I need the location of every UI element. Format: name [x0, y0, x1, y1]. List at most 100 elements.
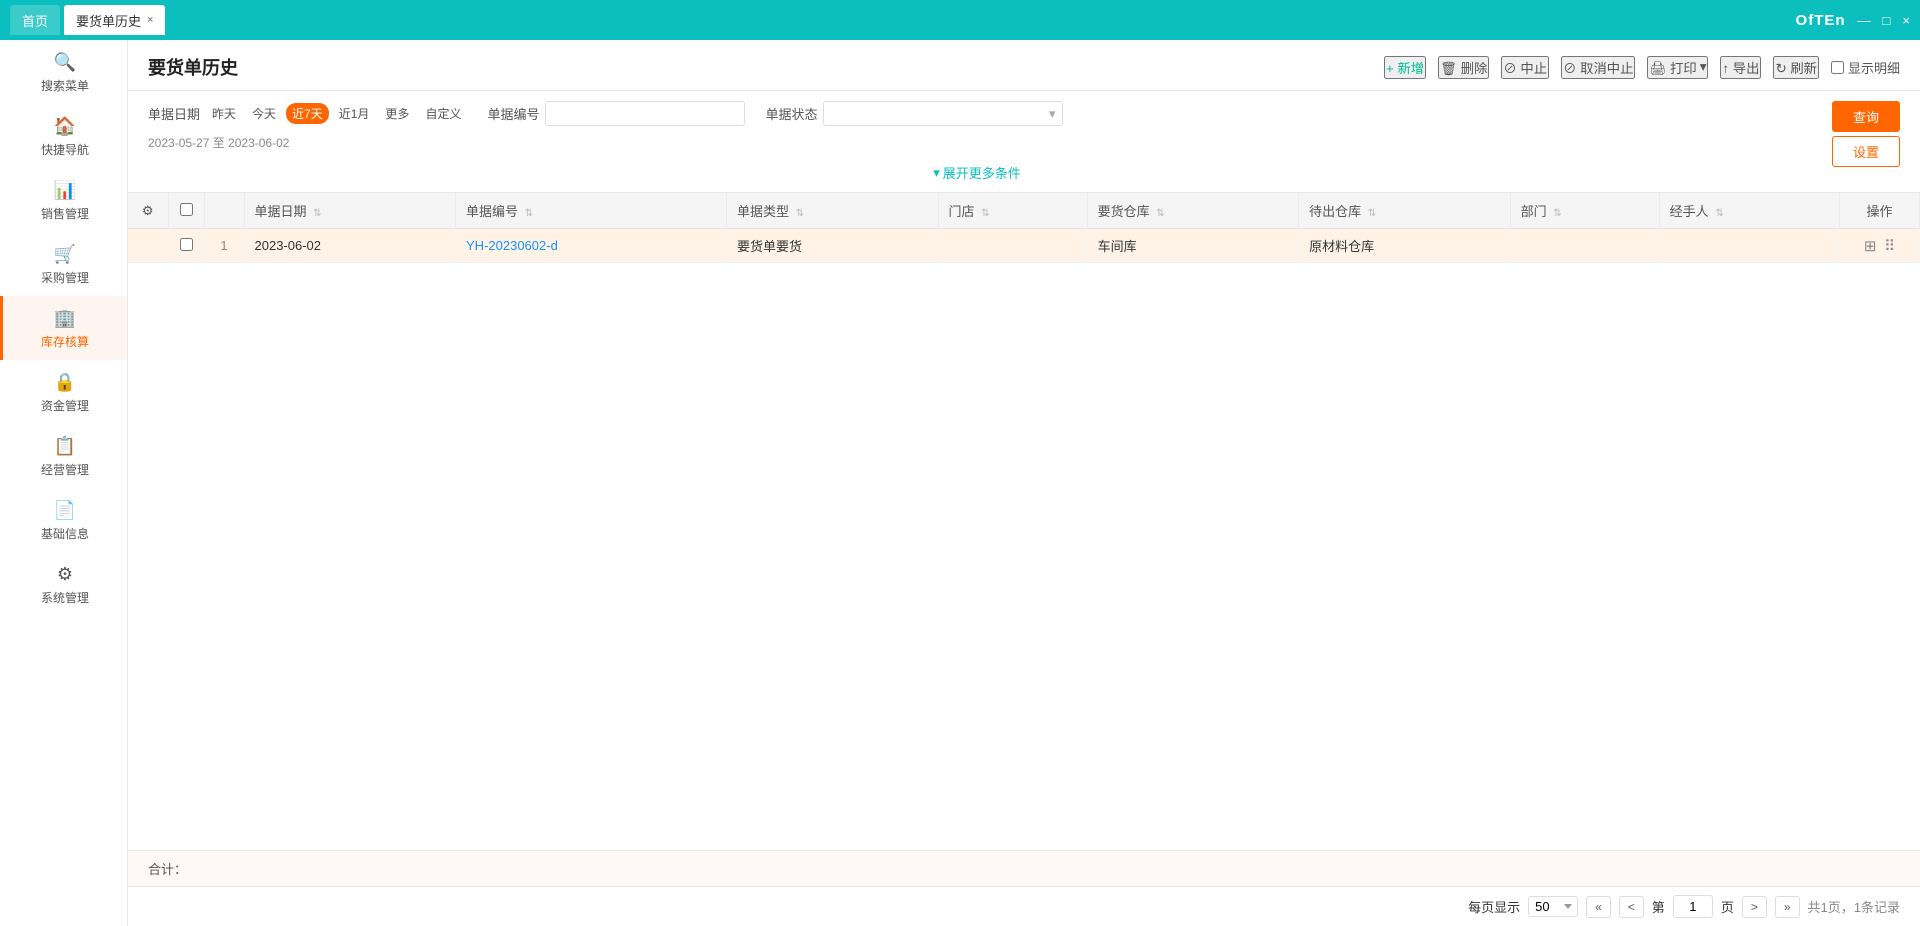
sidebar-item-label: 基础信息: [41, 525, 89, 542]
print-dropdown-icon[interactable]: ▾: [1700, 59, 1707, 75]
sidebar-item-inventory[interactable]: 🏢 库存核算: [0, 296, 127, 360]
sales-icon: 📊: [54, 180, 76, 201]
row-checkbox[interactable]: [180, 238, 193, 251]
th-doc-date[interactable]: 单据日期 ⇅: [244, 193, 456, 229]
page-input[interactable]: [1673, 895, 1713, 918]
sidebar-item-operation[interactable]: 📋 经营管理: [0, 424, 127, 488]
th-department[interactable]: 部门 ⇅: [1510, 193, 1659, 229]
brand-label: OfTEn: [1796, 12, 1846, 29]
prev-page-btn[interactable]: <: [1619, 896, 1644, 918]
shortcut-today[interactable]: 今天: [246, 103, 282, 124]
doc-number-link[interactable]: YH-20230602-d: [466, 238, 558, 253]
th-settings[interactable]: ⚙: [128, 193, 168, 229]
shortcut-yesterday[interactable]: 昨天: [206, 103, 242, 124]
display-toggle-label: 显示明细: [1848, 58, 1900, 77]
date-range: 2023-05-27 至 2023-06-02: [148, 134, 1806, 151]
total-info: 共1页，1条记录: [1808, 897, 1900, 916]
per-page-select[interactable]: 50 10 20 100: [1528, 896, 1578, 917]
table-header-row: ⚙ 单据日期 ⇅ 单据编号 ⇅: [128, 193, 1920, 229]
th-handler-label: 经手人: [1670, 204, 1709, 219]
th-doc-number[interactable]: 单据编号 ⇅: [456, 193, 727, 229]
filter-col-left: 单据日期 昨天 今天 近7天 近1月 更多 自定义: [148, 101, 1806, 182]
th-handler[interactable]: 经手人 ⇅: [1659, 193, 1839, 229]
window-minimize-btn[interactable]: —: [1858, 13, 1871, 28]
sidebar-item-label: 采购管理: [41, 269, 89, 286]
sidebar: 🔍 搜索菜单 🏠 快捷导航 📊 销售管理 🛒 采购管理 🏢 库存核算 🔒 资金管…: [0, 40, 128, 926]
refresh-button[interactable]: ↻ 刷新: [1773, 56, 1819, 79]
expand-more-label: 展开更多条件: [943, 163, 1021, 182]
row-edit-icon[interactable]: ⠿: [1884, 238, 1895, 255]
settings-button[interactable]: 设置: [1832, 136, 1900, 167]
sort-icon-doctype[interactable]: ⇅: [796, 208, 804, 219]
filter-group-date: 单据日期 昨天 今天 近7天 近1月 更多 自定义: [148, 103, 467, 124]
tab-home[interactable]: 首页: [10, 5, 60, 35]
th-doc-type[interactable]: 单据类型 ⇅: [727, 193, 939, 229]
sidebar-item-quick-nav[interactable]: 🏠 快捷导航: [0, 104, 127, 168]
page-label: 第: [1652, 897, 1665, 916]
display-toggle-checkbox[interactable]: [1831, 61, 1844, 74]
window-close-btn[interactable]: ×: [1902, 13, 1910, 28]
status-label: 单据状态: [765, 104, 817, 123]
sidebar-item-basic[interactable]: 📄 基础信息: [0, 488, 127, 552]
content-area: 要货单历史 + 新增 🗑 删除 ⊘ 中止 ⊘ 取消中止 🖨 打印 ▾: [128, 40, 1920, 926]
operation-icon: 📋: [54, 436, 76, 457]
th-store[interactable]: 门店 ⇅: [938, 193, 1087, 229]
tab-current[interactable]: 要货单历史 ×: [64, 5, 165, 35]
sort-icon-docdate[interactable]: ⇅: [313, 208, 321, 219]
tab-close-icon[interactable]: ×: [147, 14, 153, 26]
date-shortcuts: 昨天 今天 近7天 近1月 更多 自定义: [206, 103, 467, 124]
filter-group-status: 单据状态 ▾: [765, 101, 1063, 126]
shortcut-7days[interactable]: 近7天: [286, 103, 329, 124]
sidebar-item-finance[interactable]: 🔒 资金管理: [0, 360, 127, 424]
shortcut-more[interactable]: 更多: [379, 103, 415, 124]
select-all-checkbox[interactable]: [180, 203, 193, 216]
sort-icon-store[interactable]: ⇅: [981, 208, 989, 219]
display-toggle[interactable]: 显示明细: [1831, 58, 1900, 77]
row-view-icon[interactable]: ⊞: [1864, 238, 1877, 255]
th-doc-number-label: 单据编号: [466, 204, 518, 219]
add-button[interactable]: + 新增: [1384, 56, 1426, 79]
expand-more-icon: ▾: [933, 165, 940, 181]
sidebar-item-sales[interactable]: 📊 销售管理: [0, 168, 127, 232]
td-ops: ⊞ ⠿: [1840, 229, 1920, 263]
first-page-btn[interactable]: «: [1586, 896, 1611, 918]
td-doc-date: 2023-06-02: [244, 229, 456, 263]
th-doc-date-label: 单据日期: [255, 204, 307, 219]
last-page-btn[interactable]: »: [1775, 896, 1800, 918]
docnum-input[interactable]: [545, 101, 745, 126]
th-pending-warehouse[interactable]: 待出仓库 ⇅: [1299, 193, 1511, 229]
sort-icon-handler[interactable]: ⇅: [1715, 208, 1723, 219]
filter-area: 单据日期 昨天 今天 近7天 近1月 更多 自定义: [128, 91, 1920, 193]
td-doc-type: 要货单要货: [727, 229, 939, 263]
delete-button[interactable]: 🗑 删除: [1438, 56, 1489, 79]
th-department-label: 部门: [1521, 204, 1547, 219]
query-button[interactable]: 查询: [1832, 101, 1900, 132]
sidebar-item-label: 快捷导航: [41, 141, 89, 158]
sort-icon-reqwh[interactable]: ⇅: [1156, 208, 1164, 219]
stop-button[interactable]: ⊘ 中止: [1501, 56, 1549, 79]
next-page-btn[interactable]: >: [1742, 896, 1767, 918]
main-layout: 🔍 搜索菜单 🏠 快捷导航 📊 销售管理 🛒 采购管理 🏢 库存核算 🔒 资金管…: [0, 40, 1920, 926]
th-checkbox: [168, 193, 204, 229]
sidebar-item-system[interactable]: ⚙ 系统管理: [0, 552, 127, 616]
shortcut-custom[interactable]: 自定义: [419, 103, 467, 124]
page-title: 要货单历史: [148, 54, 238, 80]
status-input[interactable]: [823, 101, 1063, 126]
export-button[interactable]: ↑ 导出: [1720, 56, 1761, 79]
th-req-warehouse[interactable]: 要货仓库 ⇅: [1087, 193, 1299, 229]
sort-icon-dept[interactable]: ⇅: [1553, 208, 1561, 219]
sidebar-item-search-menu[interactable]: 🔍 搜索菜单: [0, 40, 127, 104]
print-button[interactable]: 🖨 打印 ▾: [1647, 56, 1708, 79]
td-pending-warehouse: 原材料仓库: [1299, 229, 1511, 263]
tab-current-label: 要货单历史: [76, 11, 141, 30]
shortcut-1month[interactable]: 近1月: [333, 103, 376, 124]
page-suffix: 页: [1721, 897, 1734, 916]
expand-more-btn[interactable]: ▾ 展开更多条件: [148, 163, 1806, 182]
cancel-stop-button[interactable]: ⊘ 取消中止: [1561, 56, 1635, 79]
td-checkbox[interactable]: [168, 229, 204, 263]
sort-icon-pendwh[interactable]: ⇅: [1368, 208, 1376, 219]
table-row: 1 2023-06-02 YH-20230602-d 要货单要货 车间库 原材料…: [128, 229, 1920, 263]
sort-icon-docnum[interactable]: ⇅: [525, 208, 533, 219]
sidebar-item-purchase[interactable]: 🛒 采购管理: [0, 232, 127, 296]
window-maximize-btn[interactable]: □: [1883, 13, 1891, 28]
